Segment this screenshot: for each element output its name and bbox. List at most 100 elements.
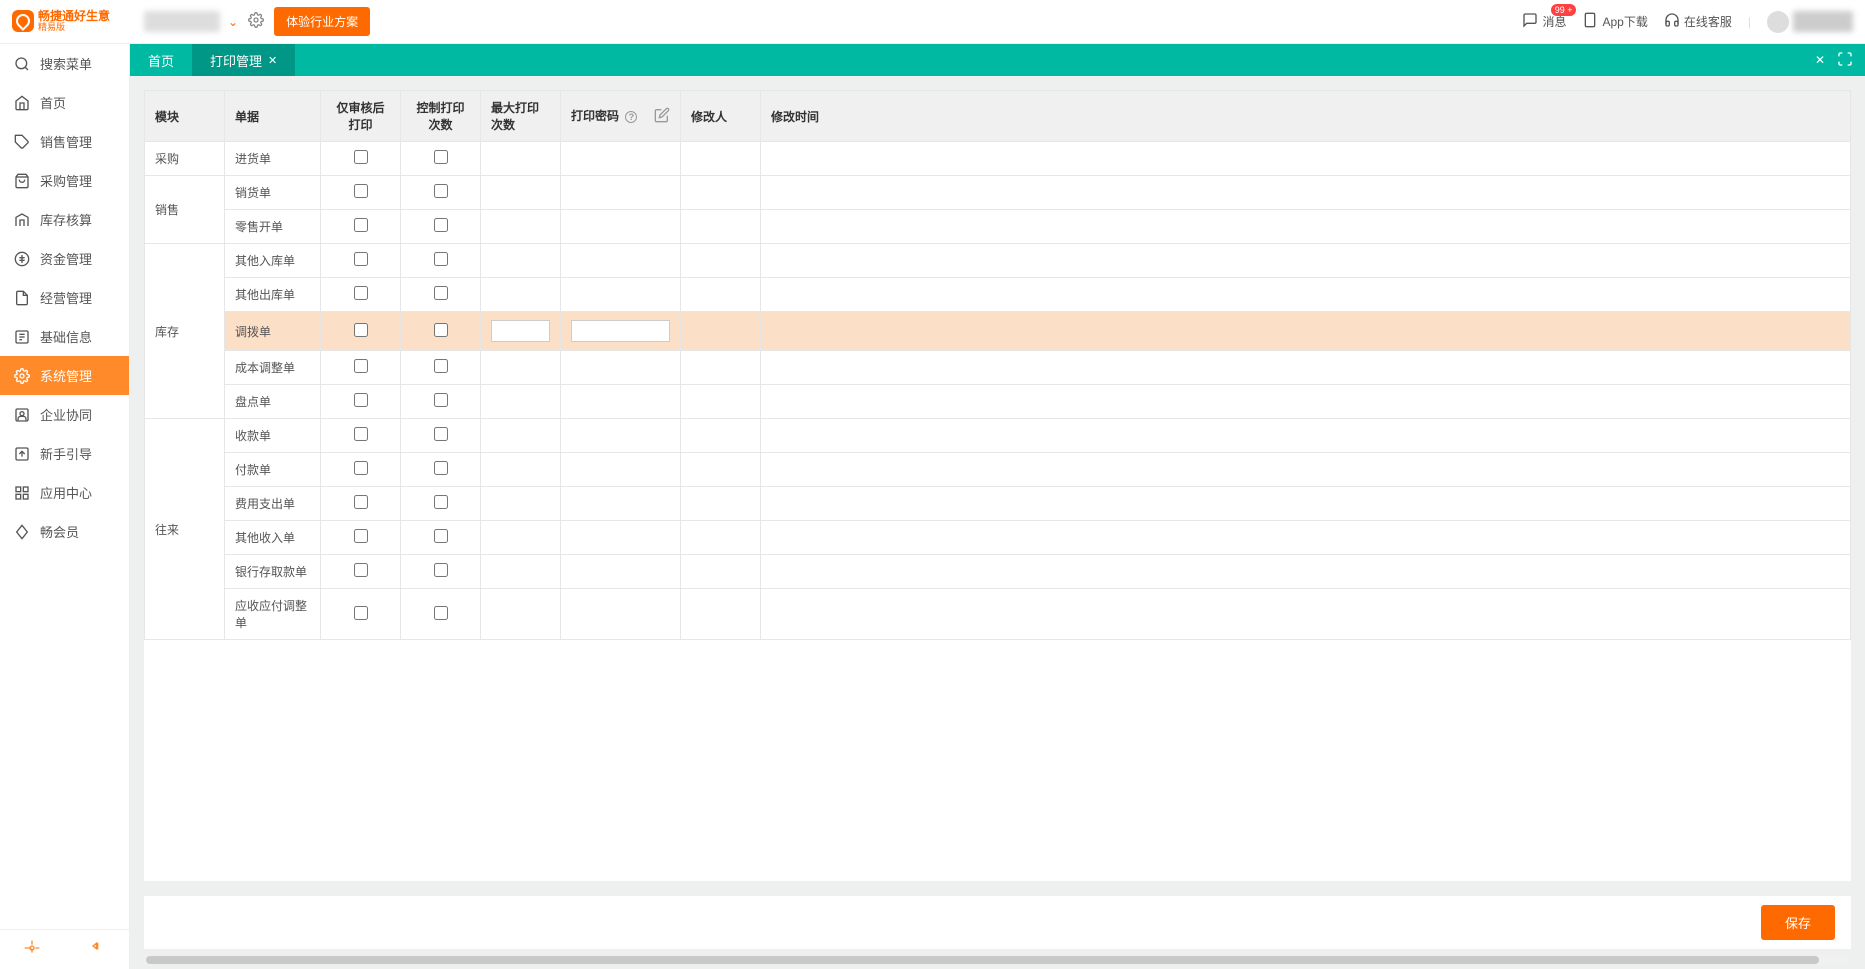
password-cell <box>561 210 681 244</box>
max-count-cell <box>481 278 561 312</box>
help-icon[interactable]: ? <box>625 111 637 123</box>
control-checkbox[interactable] <box>434 529 448 543</box>
password-cell <box>561 351 681 385</box>
control-checkbox[interactable] <box>434 184 448 198</box>
sidebar-item-10[interactable]: 新手引导 <box>0 434 129 473</box>
logo[interactable]: 畅捷通好生意 精易版 <box>12 10 130 33</box>
tab-1[interactable]: 打印管理✕ <box>192 44 295 76</box>
password-input[interactable] <box>571 320 670 342</box>
fullscreen-icon[interactable] <box>1837 51 1853 70</box>
th-module: 模块 <box>145 91 225 142</box>
audit-checkbox-cell <box>321 210 401 244</box>
control-checkbox[interactable] <box>434 461 448 475</box>
user-menu[interactable] <box>1767 11 1853 33</box>
audit-checkbox[interactable] <box>354 461 368 475</box>
sidebar-settings-button[interactable] <box>0 930 65 969</box>
control-checkbox-cell <box>401 487 481 521</box>
doc-cell: 收款单 <box>225 419 321 453</box>
save-button[interactable]: 保存 <box>1761 905 1835 940</box>
audit-checkbox[interactable] <box>354 393 368 407</box>
mod-time-cell <box>761 487 1851 521</box>
mod-time-cell <box>761 176 1851 210</box>
edit-icon[interactable] <box>654 107 670 126</box>
table-row: 银行存取款单 <box>145 555 1851 589</box>
close-icon[interactable]: ✕ <box>268 54 277 67</box>
tab-close-all-icon[interactable]: ✕ <box>1815 53 1825 67</box>
sidebar-item-label: 企业协同 <box>40 405 92 424</box>
max-count-input[interactable] <box>491 320 550 342</box>
audit-checkbox-cell <box>321 385 401 419</box>
control-checkbox[interactable] <box>434 286 448 300</box>
sidebar-item-12[interactable]: 畅会员 <box>0 512 129 551</box>
sidebar-item-1[interactable]: 首页 <box>0 83 129 122</box>
tag-icon <box>14 134 30 150</box>
doc-cell: 调拨单 <box>225 312 321 351</box>
audit-checkbox[interactable] <box>354 286 368 300</box>
sidebar-item-label: 畅会员 <box>40 522 79 541</box>
modifier-cell <box>681 351 761 385</box>
sidebar-item-3[interactable]: 采购管理 <box>0 161 129 200</box>
tab-0[interactable]: 首页 <box>130 44 192 76</box>
warehouse-icon <box>14 212 30 228</box>
control-checkbox[interactable] <box>434 606 448 620</box>
control-checkbox[interactable] <box>434 495 448 509</box>
sidebar-item-label: 销售管理 <box>40 132 92 151</box>
sidebar-item-4[interactable]: 库存核算 <box>0 200 129 239</box>
sidebar-item-8[interactable]: 系统管理 <box>0 356 129 395</box>
org-selector[interactable]: ⌄ <box>144 11 238 32</box>
audit-checkbox[interactable] <box>354 563 368 577</box>
sidebar-item-2[interactable]: 销售管理 <box>0 122 129 161</box>
sidebar-collapse-button[interactable] <box>65 930 130 969</box>
app-download-button[interactable]: App下载 <box>1582 12 1647 31</box>
password-cell <box>561 487 681 521</box>
audit-checkbox[interactable] <box>354 323 368 337</box>
sidebar-item-label: 首页 <box>40 93 66 112</box>
control-checkbox-cell <box>401 278 481 312</box>
control-checkbox[interactable] <box>434 427 448 441</box>
control-checkbox[interactable] <box>434 563 448 577</box>
audit-checkbox[interactable] <box>354 427 368 441</box>
max-count-cell <box>481 312 561 351</box>
control-checkbox[interactable] <box>434 393 448 407</box>
control-checkbox[interactable] <box>434 150 448 164</box>
audit-checkbox[interactable] <box>354 529 368 543</box>
guide-icon <box>14 446 30 462</box>
password-cell <box>561 278 681 312</box>
sidebar-item-11[interactable]: 应用中心 <box>0 473 129 512</box>
settings-icon[interactable] <box>248 12 264 31</box>
audit-checkbox[interactable] <box>354 150 368 164</box>
coin-icon <box>14 251 30 267</box>
doc-cell: 盘点单 <box>225 385 321 419</box>
control-checkbox[interactable] <box>434 323 448 337</box>
control-checkbox[interactable] <box>434 252 448 266</box>
modifier-cell <box>681 419 761 453</box>
table-row: 调拨单 <box>145 312 1851 351</box>
tab-label: 首页 <box>148 51 174 70</box>
control-checkbox[interactable] <box>434 359 448 373</box>
sidebar-item-7[interactable]: 基础信息 <box>0 317 129 356</box>
cta-button[interactable]: 体验行业方案 <box>274 7 370 36</box>
audit-checkbox[interactable] <box>354 184 368 198</box>
control-checkbox[interactable] <box>434 218 448 232</box>
audit-checkbox[interactable] <box>354 252 368 266</box>
table-row: 其他出库单 <box>145 278 1851 312</box>
print-settings-table: 模块 单据 仅审核后打印 控制打印次数 最大打印次数 打印密码 ? <box>144 90 1851 640</box>
org-name-blurred <box>144 11 220 32</box>
doc-icon <box>14 290 30 306</box>
table-row: 零售开单 <box>145 210 1851 244</box>
audit-checkbox[interactable] <box>354 606 368 620</box>
messages-button[interactable]: 消息 99 + <box>1522 12 1566 31</box>
audit-checkbox[interactable] <box>354 359 368 373</box>
support-button[interactable]: 在线客服 <box>1664 12 1732 31</box>
horizontal-scrollbar[interactable] <box>144 955 1851 965</box>
sidebar-item-9[interactable]: 企业协同 <box>0 395 129 434</box>
sidebar-item-5[interactable]: 资金管理 <box>0 239 129 278</box>
team-icon <box>14 407 30 423</box>
control-checkbox-cell <box>401 176 481 210</box>
sidebar-item-6[interactable]: 经营管理 <box>0 278 129 317</box>
mod-time-cell <box>761 589 1851 640</box>
audit-checkbox[interactable] <box>354 218 368 232</box>
audit-checkbox[interactable] <box>354 495 368 509</box>
doc-cell: 费用支出单 <box>225 487 321 521</box>
sidebar-item-0[interactable]: 搜索菜单 <box>0 44 129 83</box>
